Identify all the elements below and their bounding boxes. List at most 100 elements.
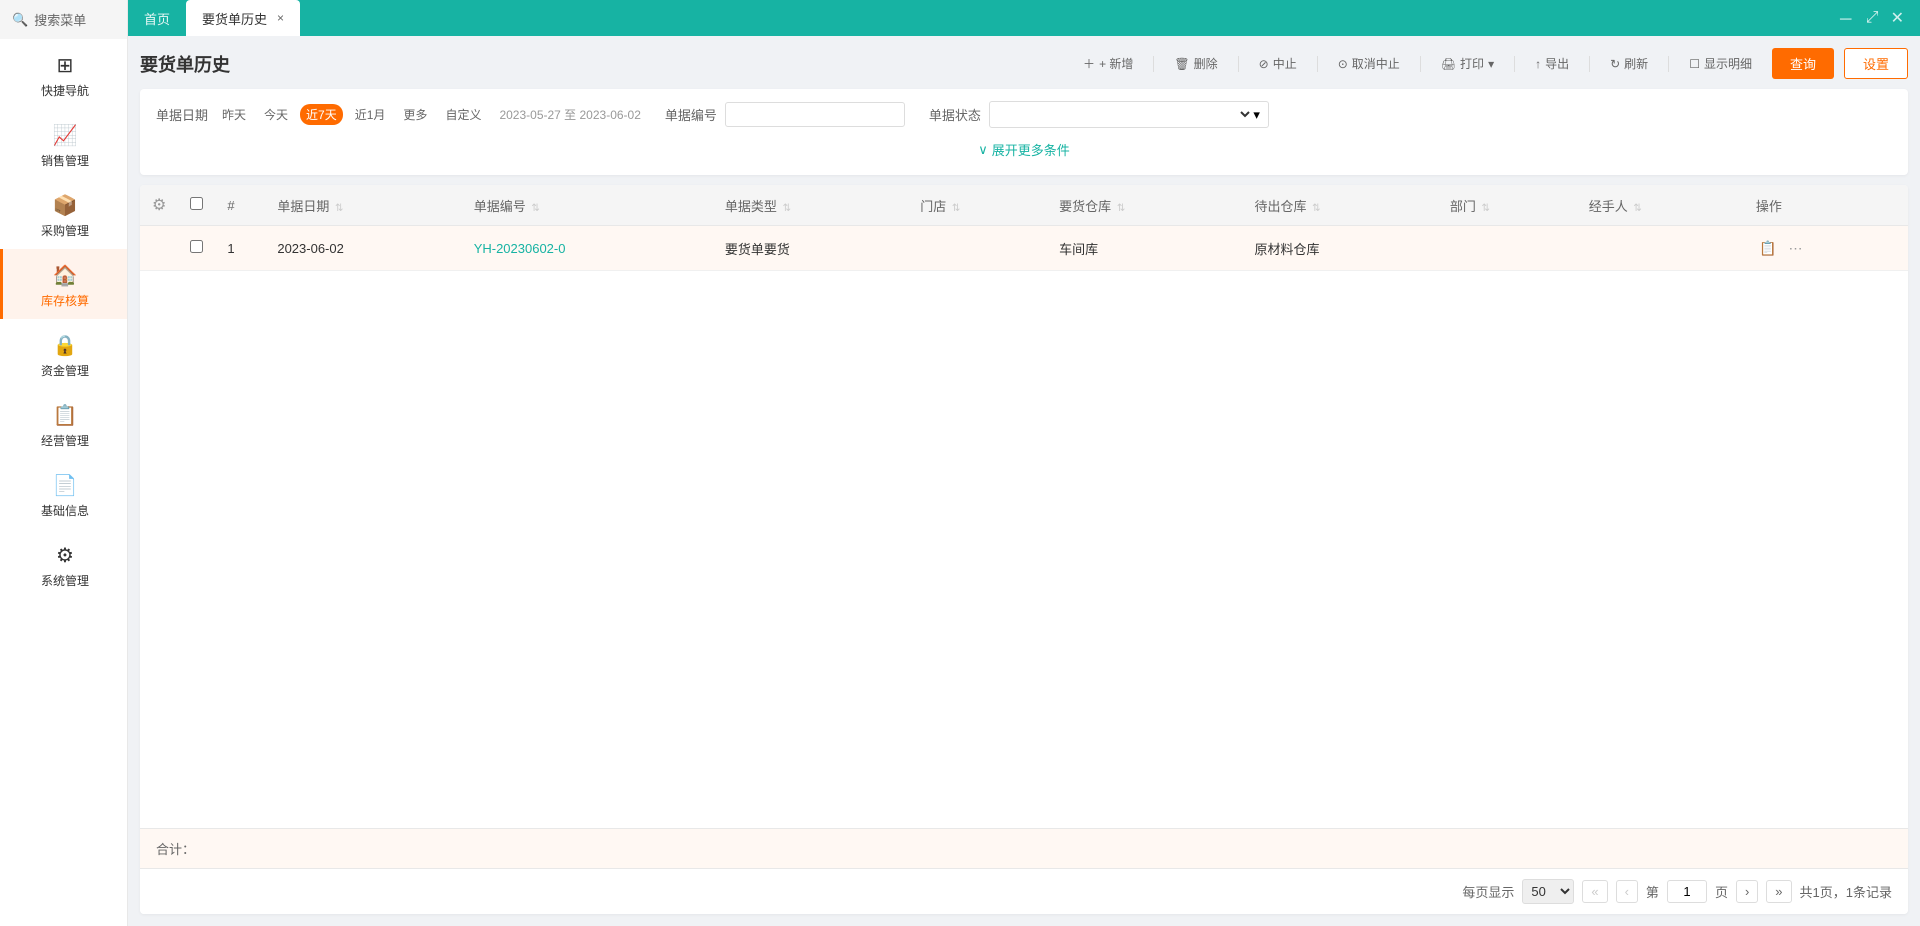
data-table: ⚙ # 单据日期 ⇅ [140, 185, 1908, 271]
per-page-select[interactable]: 20 50 100 200 [1522, 879, 1574, 904]
shortcut-yesterday[interactable]: 昨天 [216, 104, 252, 125]
print-button[interactable]: 🖨 打印 ▾ [1431, 50, 1504, 77]
row-edit-icon[interactable]: 📋 [1756, 236, 1780, 260]
refresh-button[interactable]: ↻ 刷新 [1600, 50, 1658, 77]
print-icon: 🖨 [1441, 57, 1456, 71]
tab-bar-right: － ⤢ ✕ [1838, 6, 1920, 30]
col-handler[interactable]: 经手人 ⇅ [1577, 185, 1744, 226]
sidebar-item-basic[interactable]: 📄 基础信息 [0, 459, 127, 529]
delete-button[interactable]: 🗑 删除 [1164, 50, 1227, 77]
sales-icon: 📈 [53, 123, 78, 148]
col-bill-no[interactable]: 单据编号 ⇅ [462, 185, 713, 226]
page-header: 要货单历史 ＋ + 新增 🗑 删除 ⊘ 中止 ⊙ [140, 48, 1908, 79]
sidebar-item-purchase[interactable]: 📦 采购管理 [0, 179, 127, 249]
shortcut-more[interactable]: 更多 [397, 104, 433, 125]
sort-bill-no-icon: ⇅ [531, 203, 539, 214]
content-area: 要货单历史 ＋ + 新增 🗑 删除 ⊘ 中止 ⊙ [128, 36, 1920, 926]
col-no-label: # [227, 198, 234, 213]
row-no: 1 [215, 226, 265, 271]
sidebar-item-sales[interactable]: 📈 销售管理 [0, 109, 127, 179]
col-store[interactable]: 门店 ⇅ [908, 185, 1047, 226]
stop-label: 中止 [1273, 55, 1297, 72]
sidebar-item-label: 销售管理 [41, 152, 89, 169]
window-maximize-icon[interactable]: ⤢ [1866, 9, 1879, 27]
col-bill-date[interactable]: 单据日期 ⇅ [265, 185, 461, 226]
shortcut-7days[interactable]: 近7天 [300, 104, 343, 125]
column-settings-icon[interactable]: ⚙ [152, 197, 166, 214]
search-icon: 🔍 [12, 12, 28, 28]
row-bill-type: 要货单要货 [713, 226, 908, 271]
query-button[interactable]: 查询 [1772, 48, 1834, 79]
bill-no-input[interactable] [725, 102, 905, 127]
shortcut-today[interactable]: 今天 [258, 104, 294, 125]
purchase-icon: 📦 [53, 193, 78, 218]
delete-label: 删除 [1194, 55, 1218, 72]
row-bill-type-value: 要货单要货 [725, 242, 790, 257]
col-handler-label: 经手人 [1589, 199, 1628, 214]
stop-button[interactable]: ⊘ 中止 [1249, 50, 1307, 77]
col-settings: ⚙ [140, 185, 178, 226]
window-close-icon[interactable]: ✕ [1891, 8, 1904, 28]
sidebar-item-finance[interactable]: 🔒 资金管理 [0, 319, 127, 389]
page-prefix: 第 [1646, 882, 1659, 901]
row-bill-no: YH-20230602-0 [462, 226, 713, 271]
divider-5 [1514, 56, 1515, 72]
date-shortcuts: 昨天 今天 近7天 近1月 更多 自定义 [216, 104, 487, 125]
col-dept-label: 部门 [1450, 199, 1476, 214]
col-ops-header: 操作 [1744, 185, 1908, 226]
tab-bill-history[interactable]: 要货单历史 × [186, 0, 300, 36]
sort-pending-warehouse-icon: ⇅ [1312, 203, 1320, 214]
bill-status-select[interactable] [998, 106, 1253, 123]
row-dept [1438, 226, 1577, 271]
sidebar-item-inventory[interactable]: 🏠 库存核算 [0, 249, 127, 319]
col-no: # [215, 185, 265, 226]
cancel-stop-label: 取消中止 [1352, 55, 1400, 72]
sidebar: 🔍 搜索菜单 ⊞ 快捷导航 📈 销售管理 📦 采购管理 🏠 库存核算 🔒 资金管… [0, 0, 128, 926]
col-bill-type[interactable]: 单据类型 ⇅ [713, 185, 908, 226]
sidebar-item-ops[interactable]: 📋 经营管理 [0, 389, 127, 459]
page-suffix: 页 [1715, 882, 1728, 901]
shortcut-custom[interactable]: 自定义 [439, 104, 487, 125]
col-pending-warehouse[interactable]: 待出仓库 ⇅ [1243, 185, 1438, 226]
sort-handler-icon: ⇅ [1633, 203, 1641, 214]
shortcut-1month[interactable]: 近1月 [349, 104, 392, 125]
next-page-button[interactable]: › [1736, 880, 1758, 903]
divider-2 [1238, 56, 1239, 72]
sidebar-item-quick-nav[interactable]: ⊞ 快捷导航 [0, 39, 127, 109]
sidebar-item-system[interactable]: ⚙ 系统管理 [0, 529, 127, 599]
settings-button[interactable]: 设置 [1844, 48, 1908, 79]
row-req-warehouse: 车间库 [1047, 226, 1242, 271]
page-number-input[interactable] [1667, 880, 1707, 903]
col-bill-date-label: 单据日期 [277, 199, 329, 214]
cancel-stop-button[interactable]: ⊙ 取消中止 [1328, 50, 1410, 77]
row-settings [140, 226, 178, 271]
filter-bill-date: 单据日期 昨天 今天 近7天 近1月 更多 自定义 2023-05-27 至 2… [156, 104, 641, 125]
row-more-icon[interactable]: ⋯ [1784, 236, 1808, 260]
row-select-checkbox[interactable] [190, 240, 203, 253]
divider-7 [1668, 56, 1669, 72]
table-footer: 合计： [140, 828, 1908, 868]
row-bill-date: 2023-06-02 [265, 226, 461, 271]
col-req-warehouse[interactable]: 要货仓库 ⇅ [1047, 185, 1242, 226]
row-handler [1577, 226, 1744, 271]
select-all-checkbox[interactable] [190, 197, 203, 210]
prev-page-button[interactable]: ‹ [1616, 880, 1638, 903]
tab-home[interactable]: 首页 [128, 0, 186, 36]
stop-icon: ⊘ [1259, 57, 1269, 71]
divider-1 [1153, 56, 1154, 72]
first-page-button[interactable]: « [1582, 880, 1607, 903]
row-bill-no-link[interactable]: YH-20230602-0 [474, 241, 566, 256]
new-button[interactable]: ＋ + 新增 [1073, 50, 1143, 77]
last-page-button[interactable]: » [1766, 880, 1791, 903]
export-button[interactable]: ↑ 导出 [1525, 50, 1579, 77]
window-minimize-icon[interactable]: － [1838, 6, 1854, 30]
search-menu[interactable]: 🔍 搜索菜单 [0, 0, 127, 39]
bill-status-select-wrap[interactable]: ▾ [989, 101, 1269, 128]
expand-more-btn[interactable]: ∨ 展开更多条件 [156, 136, 1892, 163]
display-detail-button[interactable]: ☐ 显示明细 [1679, 50, 1762, 77]
nav-icon: ⊞ [57, 53, 74, 78]
sidebar-item-label: 快捷导航 [41, 82, 89, 99]
col-dept[interactable]: 部门 ⇅ [1438, 185, 1577, 226]
tab-close-icon[interactable]: × [277, 11, 284, 25]
basic-icon: 📄 [53, 473, 78, 498]
